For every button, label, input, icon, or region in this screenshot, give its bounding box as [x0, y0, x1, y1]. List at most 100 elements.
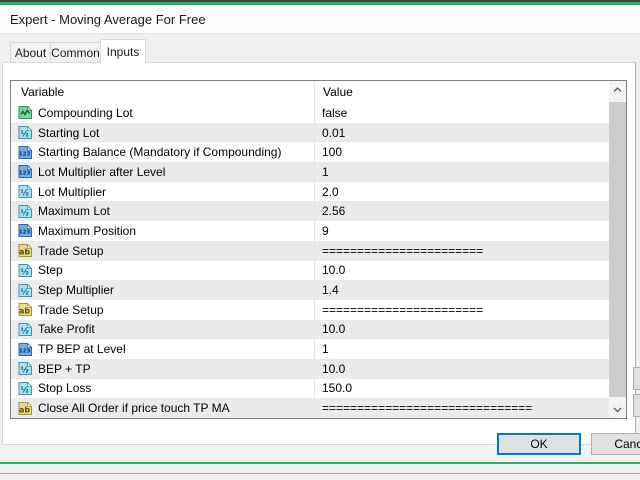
param-rows: Compounding Lot false ½ Starting Lot 0.01 123…: [11, 103, 609, 418]
inputs-tab-page: Variable Value Compounding Lot false ½ Star…: [2, 62, 636, 445]
double-icon: ½: [18, 185, 32, 199]
string-icon: ab: [18, 401, 32, 415]
vertical-scrollbar[interactable]: [609, 81, 626, 418]
param-value[interactable]: 100: [315, 145, 609, 159]
column-header-value: Value: [323, 85, 353, 99]
param-name: Close All Order if price touch TP MA: [38, 401, 230, 416]
table-row[interactable]: ½ Lot Multiplier 2.0: [11, 181, 609, 202]
svg-text:ab: ab: [19, 405, 30, 414]
param-name: TP BEP at Level: [38, 342, 126, 357]
svg-text:123: 123: [19, 171, 31, 177]
double-icon: ½: [18, 263, 32, 277]
int-icon: 123: [18, 165, 32, 179]
param-value[interactable]: =======================: [315, 244, 609, 258]
param-value[interactable]: 150.0: [315, 381, 609, 395]
string-icon: ab: [18, 244, 32, 258]
param-value[interactable]: 10.0: [315, 362, 609, 376]
table-row[interactable]: 123 Maximum Position 9: [11, 221, 609, 241]
double-icon: ½: [18, 322, 32, 336]
svg-text:123: 123: [19, 230, 31, 236]
param-name: Maximum Lot: [38, 204, 111, 219]
svg-text:½: ½: [20, 187, 28, 197]
svg-text:½: ½: [20, 365, 28, 375]
int-icon: 123: [18, 224, 32, 238]
table-row[interactable]: Compounding Lot false: [11, 103, 609, 123]
chevron-down-icon: [613, 407, 622, 412]
table-row[interactable]: ½ Stop Loss 150.0: [11, 378, 609, 399]
ok-button[interactable]: OK: [497, 433, 581, 455]
table-row[interactable]: ½ BEP + TP 10.0: [11, 358, 609, 379]
table-row[interactable]: ½ Maximum Lot 2.56: [11, 201, 609, 222]
int-icon: 123: [18, 342, 32, 356]
param-value[interactable]: 10.0: [315, 263, 609, 277]
param-name: Stop Loss: [38, 381, 92, 396]
table-row[interactable]: 123 Lot Multiplier after Level 1: [11, 162, 609, 182]
bool-icon: [18, 106, 32, 120]
param-value[interactable]: 1: [315, 342, 609, 356]
table-row[interactable]: ½ Take Profit 10.0: [11, 319, 609, 340]
table-row[interactable]: 123 TP BEP at Level 1: [11, 339, 609, 359]
param-value[interactable]: 1: [315, 165, 609, 179]
param-name: Take Profit: [38, 322, 95, 337]
param-value[interactable]: 10.0: [315, 322, 609, 336]
dialog-title: Expert - Moving Average For Free: [10, 11, 206, 27]
double-icon: ½: [18, 126, 32, 140]
svg-text:123: 123: [19, 348, 31, 354]
table-row[interactable]: 123 Starting Balance (Mandatory if Compou…: [11, 142, 609, 163]
tab-about[interactable]: About: [10, 42, 51, 63]
param-value[interactable]: false: [315, 106, 609, 120]
svg-text:ab: ab: [19, 247, 30, 256]
param-value[interactable]: 2.0: [315, 185, 609, 199]
scroll-up-button[interactable]: [609, 81, 626, 98]
svg-text:½: ½: [20, 384, 28, 394]
double-icon: ½: [18, 204, 32, 218]
param-name: Lot Multiplier after Level: [38, 164, 166, 179]
param-value[interactable]: 1.4: [315, 283, 609, 297]
dialog-title-bar: Expert - Moving Average For Free: [0, 5, 640, 34]
svg-text:½: ½: [20, 325, 28, 335]
table-row[interactable]: ab Close All Order if price touch TP MA ==…: [11, 398, 609, 418]
param-name: Starting Lot: [38, 125, 100, 140]
param-value[interactable]: 0.01: [315, 126, 609, 140]
below-dialog-background: [0, 464, 640, 480]
param-value[interactable]: 9: [315, 224, 609, 238]
param-name: Trade Setup: [38, 302, 104, 317]
column-header-variable: Variable: [21, 85, 65, 99]
param-name: Compounding Lot: [38, 105, 133, 120]
cancel-button[interactable]: Cancel: [591, 433, 640, 455]
cutoff-button-upper[interactable]: [633, 367, 640, 390]
double-icon: ½: [18, 362, 32, 376]
svg-text:½: ½: [20, 286, 28, 296]
param-value[interactable]: =======================: [315, 303, 609, 317]
tab-inputs[interactable]: Inputs: [100, 39, 146, 64]
svg-text:½: ½: [20, 266, 28, 276]
below-dialog-divider: [0, 473, 640, 474]
int-icon: 123: [18, 145, 32, 159]
svg-text:123: 123: [19, 151, 31, 157]
scroll-down-button[interactable]: [609, 401, 626, 418]
chevron-up-icon: [613, 86, 622, 92]
svg-text:½: ½: [20, 128, 28, 138]
param-name: Lot Multiplier: [38, 184, 107, 199]
param-name: Starting Balance (Mandatory if Compoundi…: [38, 145, 282, 160]
table-row[interactable]: ab Trade Setup =======================: [11, 299, 609, 320]
table-row[interactable]: ½ Starting Lot 0.01: [11, 122, 609, 143]
cutoff-button-lower[interactable]: [633, 394, 640, 417]
param-value[interactable]: ==============================: [315, 401, 609, 415]
column-divider[interactable]: [314, 81, 315, 418]
scrollbar-thumb[interactable]: [609, 102, 626, 397]
tab-common[interactable]: Common: [50, 42, 101, 63]
table-row[interactable]: ½ Step Multiplier 1.4: [11, 280, 609, 300]
double-icon: ½: [18, 381, 32, 395]
inputs-parameter-table: Variable Value Compounding Lot false ½ Star…: [10, 80, 627, 419]
svg-text:½: ½: [20, 207, 28, 217]
svg-text:ab: ab: [19, 307, 30, 316]
param-value[interactable]: 2.56: [315, 204, 609, 218]
param-name: Step: [38, 263, 63, 278]
double-icon: ½: [18, 283, 32, 297]
table-row[interactable]: ½ Step 10.0: [11, 260, 609, 281]
param-name: Trade Setup: [38, 243, 104, 258]
table-row[interactable]: ab Trade Setup =======================: [11, 240, 609, 261]
string-icon: ab: [18, 303, 32, 317]
param-name: BEP + TP: [38, 361, 91, 376]
